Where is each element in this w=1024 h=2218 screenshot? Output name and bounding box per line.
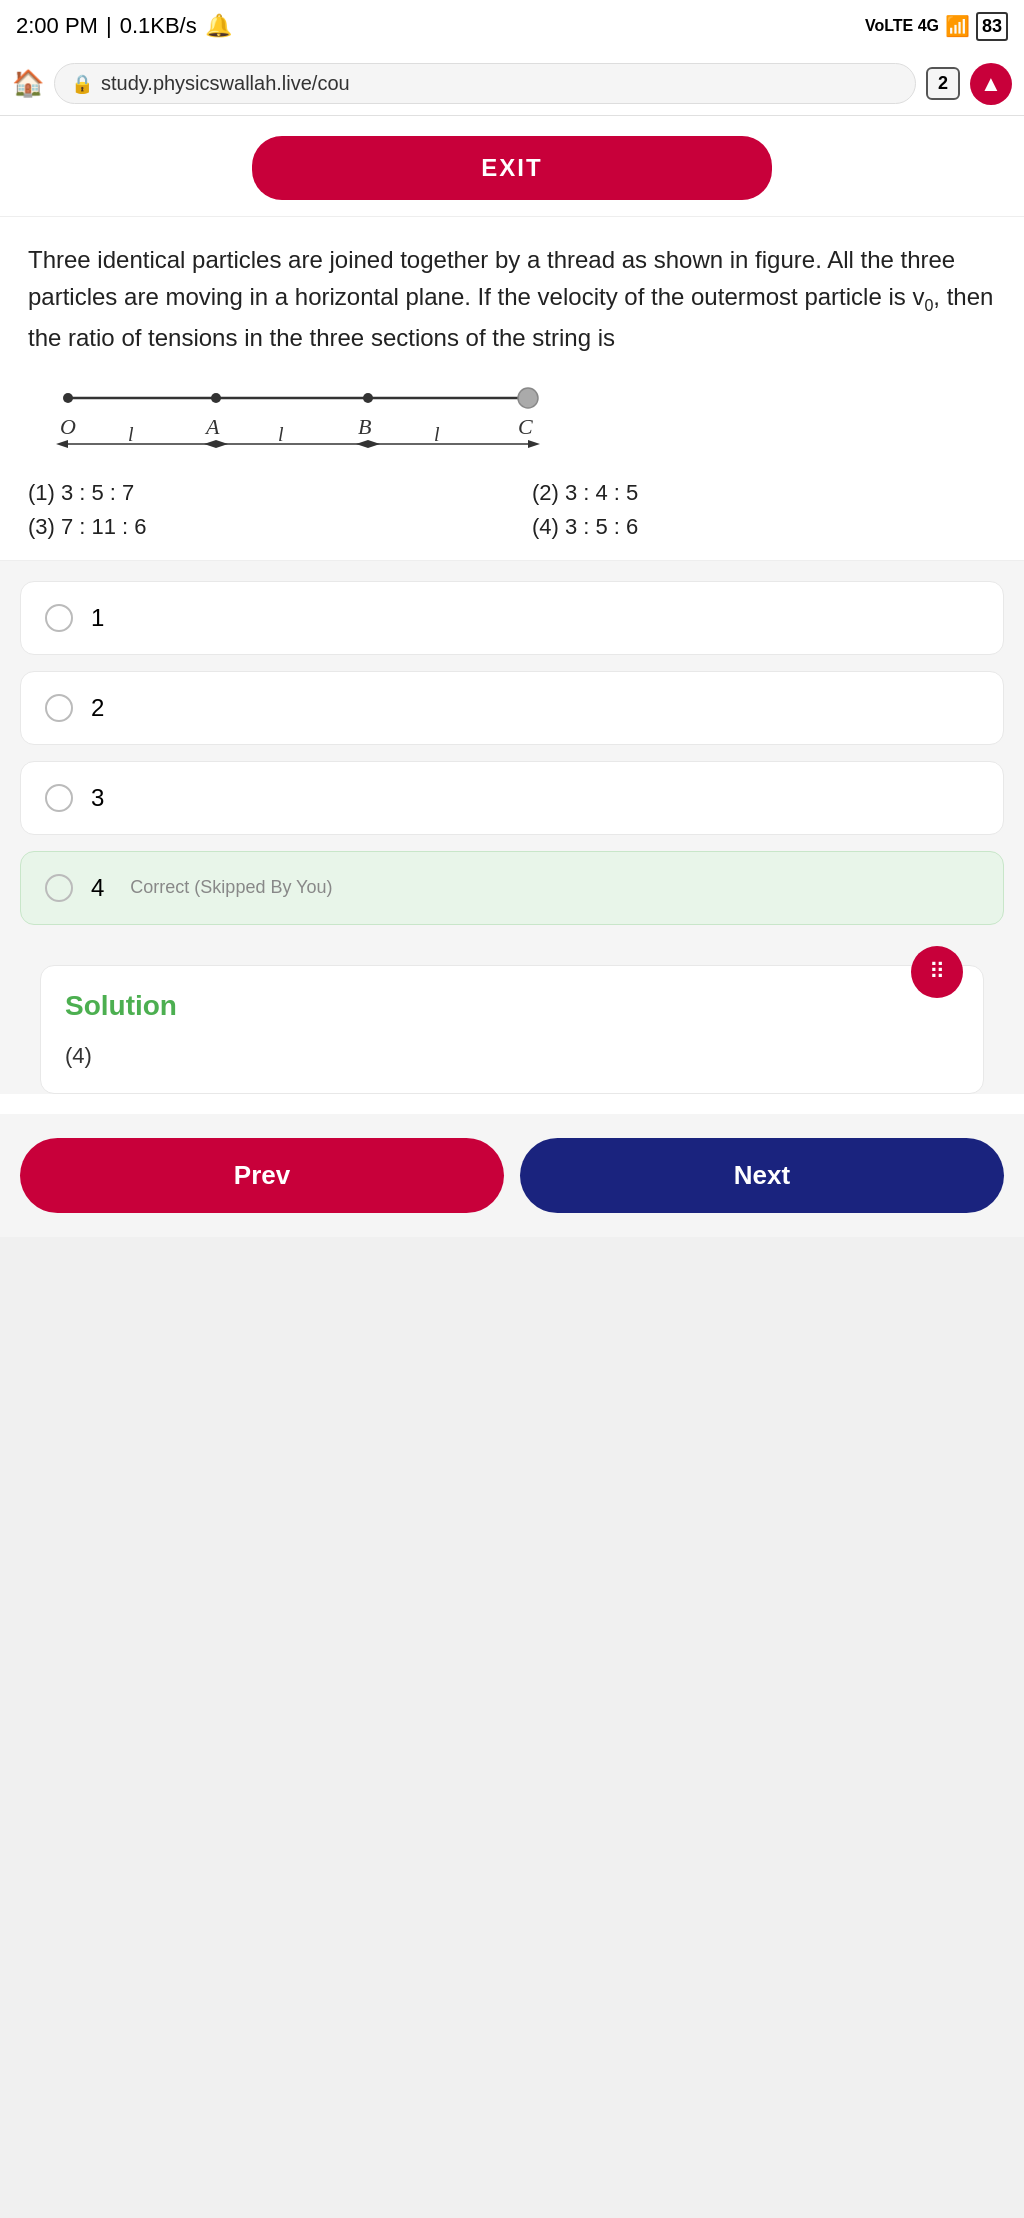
svg-point-3	[363, 393, 373, 403]
svg-text:A: A	[204, 414, 220, 439]
home-button[interactable]: 🏠	[12, 68, 44, 99]
bottom-nav: Prev Next	[0, 1114, 1024, 1237]
svg-text:C: C	[518, 414, 533, 439]
correct-badge: Correct (Skipped By You)	[130, 877, 332, 898]
answer-label-3: 3	[91, 784, 104, 812]
option-2: (2) 3 : 4 : 5	[532, 480, 996, 506]
separator: |	[106, 13, 112, 39]
options-grid: (1) 3 : 5 : 7 (2) 3 : 4 : 5 (3) 7 : 11 :…	[28, 480, 996, 540]
solution-title: Solution	[65, 990, 959, 1022]
signal-icon: 📶	[945, 14, 970, 38]
prev-button[interactable]: Prev	[20, 1138, 504, 1213]
svg-marker-10	[56, 440, 68, 448]
radio-4	[45, 874, 73, 902]
battery-indicator: 83	[976, 12, 1008, 41]
question-area: Three identical particles are joined tog…	[0, 217, 1024, 561]
answer-label-2: 2	[91, 694, 104, 722]
svg-text:l: l	[278, 423, 284, 445]
svg-text:l: l	[128, 423, 134, 445]
answer-label-4: 4	[91, 874, 104, 902]
answer-option-2[interactable]: 2	[20, 671, 1004, 745]
url-text: study.physicswallah.live/cou	[101, 72, 350, 95]
svg-text:B: B	[358, 414, 371, 439]
svg-point-2	[211, 393, 221, 403]
answer-option-1[interactable]: 1	[20, 581, 1004, 655]
lte-icon: VoLTE 4G	[865, 17, 939, 35]
svg-text:O: O	[60, 414, 76, 439]
exit-area: EXIT	[0, 116, 1024, 217]
answer-option-4[interactable]: 4 Correct (Skipped By You)	[20, 851, 1004, 925]
answer-option-3[interactable]: 3	[20, 761, 1004, 835]
spacer	[0, 945, 1024, 965]
status-left: 2:00 PM | 0.1KB/s 🔔	[16, 13, 232, 39]
radio-1	[45, 604, 73, 632]
radio-2	[45, 694, 73, 722]
lock-icon: 🔒	[71, 73, 93, 95]
question-text: Three identical particles are joined tog…	[28, 241, 996, 356]
solution-content: (4)	[65, 1038, 959, 1073]
option-4: (4) 3 : 5 : 6	[532, 514, 996, 540]
answer-options: 1 2 3 4 Correct (Skipped By You)	[0, 561, 1024, 945]
exit-button[interactable]: EXIT	[252, 136, 772, 200]
browser-bar: 🏠 🔒 study.physicswallah.live/cou 2 ▲	[0, 52, 1024, 116]
next-button[interactable]: Next	[520, 1138, 1004, 1213]
grid-menu-button[interactable]: ⠿	[911, 946, 963, 998]
solution-area: ⠿ Solution (4)	[40, 965, 984, 1094]
upload-icon: ▲	[980, 71, 1002, 97]
option-1: (1) 3 : 5 : 7	[28, 480, 492, 506]
option-3: (3) 7 : 11 : 6	[28, 514, 492, 540]
main-content: EXIT Three identical particles are joine…	[0, 116, 1024, 1237]
url-bar[interactable]: 🔒 study.physicswallah.live/cou	[54, 63, 916, 104]
tab-count-button[interactable]: 2	[926, 67, 960, 100]
svg-marker-18	[356, 440, 368, 448]
radio-3	[45, 784, 73, 812]
network-speed: 0.1KB/s	[120, 13, 197, 39]
svg-point-1	[63, 393, 73, 403]
svg-text:l: l	[434, 423, 440, 445]
status-right: VoLTE 4G 📶 83	[865, 12, 1008, 41]
svg-point-4	[518, 388, 538, 408]
svg-marker-14	[204, 440, 216, 448]
time-display: 2:00 PM	[16, 13, 98, 39]
grid-icon: ⠿	[929, 959, 945, 985]
status-bar: 2:00 PM | 0.1KB/s 🔔 VoLTE 4G 📶 83	[0, 0, 1024, 52]
notification-icon: 🔔	[205, 13, 232, 39]
diagram: O A B C l l l	[28, 376, 996, 460]
answer-label-1: 1	[91, 604, 104, 632]
svg-marker-19	[528, 440, 540, 448]
upload-button[interactable]: ▲	[970, 63, 1012, 105]
